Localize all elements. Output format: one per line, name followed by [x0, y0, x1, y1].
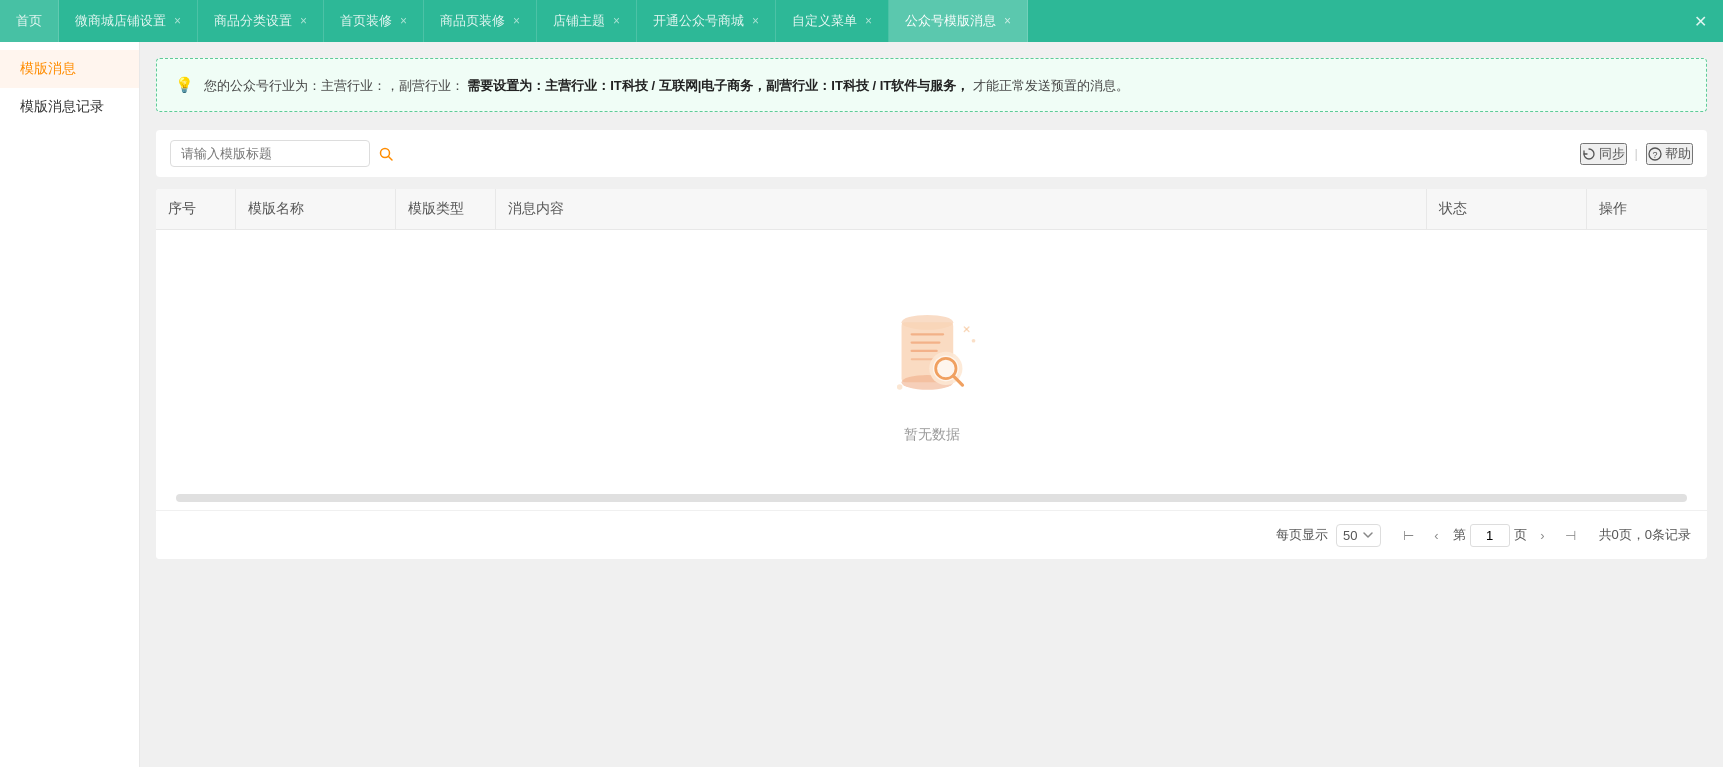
col-content: 消息内容 — [496, 189, 1427, 229]
main-layout: 模版消息 模版消息记录 💡 您的公众号行业为：主营行业：，副营行业： 需要设置为… — [0, 42, 1723, 767]
notice-banner: 💡 您的公众号行业为：主营行业：，副营行业： 需要设置为：主营行业：IT科技 /… — [156, 58, 1707, 112]
top-nav: 首页 微商城店铺设置 × 商品分类设置 × 首页装修 × 商品页装修 × 店铺主… — [0, 0, 1723, 42]
tab-custom-menu[interactable]: 自定义菜单 × — [776, 0, 889, 42]
help-button[interactable]: ? 帮助 — [1646, 143, 1693, 165]
first-page-button[interactable]: ⊢ — [1397, 523, 1421, 547]
pagination: 每页显示 50 ⊢ ‹ 第 页 › ⊣ 共0页，0条记录 — [156, 510, 1707, 559]
notice-prefix: 您的公众号行业为：主营行业：，副营行业： — [204, 78, 464, 93]
svg-point-17 — [971, 339, 975, 343]
close-icon[interactable]: × — [400, 14, 407, 28]
tab-shop-theme[interactable]: 店铺主题 × — [537, 0, 637, 42]
close-icon[interactable]: × — [513, 14, 520, 28]
tab-product-decor[interactable]: 商品页装修 × — [424, 0, 537, 42]
search-button[interactable] — [378, 146, 394, 162]
tab-homepage-decor[interactable]: 首页装修 × — [324, 0, 424, 42]
col-name: 模版名称 — [236, 189, 396, 229]
empty-illustration — [872, 290, 992, 410]
table-header: 序号 模版名称 模版类型 消息内容 状态 操作 — [156, 189, 1707, 230]
col-status: 状态 — [1427, 189, 1587, 229]
close-icon[interactable]: × — [613, 14, 620, 28]
col-type: 模版类型 — [396, 189, 496, 229]
empty-state: 暂无数据 — [156, 230, 1707, 484]
empty-text: 暂无数据 — [904, 426, 960, 444]
notice-icon: 💡 — [175, 76, 194, 93]
help-icon: ? — [1648, 147, 1662, 161]
per-page-label: 每页显示 — [1276, 526, 1328, 544]
next-page-button[interactable]: › — [1531, 523, 1555, 547]
page-prefix: 第 — [1453, 526, 1466, 544]
content-area: 💡 您的公众号行业为：主营行业：，副营行业： 需要设置为：主营行业：IT科技 /… — [140, 42, 1723, 767]
svg-text:?: ? — [1652, 150, 1657, 160]
close-icon[interactable]: × — [174, 14, 181, 28]
page-input[interactable] — [1470, 524, 1510, 547]
page-nav: ⊢ ‹ 第 页 › ⊣ — [1397, 523, 1583, 547]
close-icon[interactable]: × — [752, 14, 759, 28]
col-action: 操作 — [1587, 189, 1707, 229]
tab-category-settings[interactable]: 商品分类设置 × — [198, 0, 324, 42]
close-icon[interactable]: × — [300, 14, 307, 28]
close-icon[interactable]: × — [865, 14, 872, 28]
tab-template-message[interactable]: 公众号模版消息 × — [889, 0, 1028, 42]
search-input[interactable] — [170, 140, 370, 167]
last-page-button[interactable]: ⊣ — [1559, 523, 1583, 547]
sync-button[interactable]: 同步 — [1580, 143, 1627, 165]
notice-highlight: 需要设置为：主营行业：IT科技 / 互联网|电子商务，副营行业：IT科技 / I… — [467, 78, 969, 93]
tab-home[interactable]: 首页 — [0, 0, 59, 42]
search-bar: 同步 | ? 帮助 — [156, 130, 1707, 177]
sync-icon — [1582, 147, 1596, 161]
search-left — [170, 140, 394, 167]
scrollbar-area — [156, 486, 1707, 510]
tab-shop-settings[interactable]: 微商城店铺设置 × — [59, 0, 198, 42]
sidebar-item-template-message-log[interactable]: 模版消息记录 — [0, 88, 139, 126]
search-icon — [378, 146, 394, 162]
col-index: 序号 — [156, 189, 236, 229]
sidebar-item-template-message[interactable]: 模版消息 — [0, 50, 139, 88]
global-close-button[interactable]: ✕ — [1694, 12, 1707, 31]
divider: | — [1635, 146, 1638, 161]
total-info: 共0页，0条记录 — [1599, 526, 1691, 544]
close-icon[interactable]: × — [1004, 14, 1011, 28]
sidebar: 模版消息 模版消息记录 — [0, 42, 140, 767]
notice-suffix: 才能正常发送预置的消息。 — [973, 78, 1129, 93]
search-right: 同步 | ? 帮助 — [1580, 143, 1693, 165]
per-page-select[interactable]: 50 — [1336, 524, 1380, 547]
page-suffix: 页 — [1514, 526, 1527, 544]
horizontal-scrollbar[interactable] — [176, 494, 1687, 502]
tab-open-mall[interactable]: 开通公众号商城 × — [637, 0, 776, 42]
chevron-down-icon — [1362, 529, 1374, 541]
svg-point-18 — [896, 384, 902, 390]
prev-page-button[interactable]: ‹ — [1425, 523, 1449, 547]
svg-line-1 — [389, 156, 393, 160]
table-container: 序号 模版名称 模版类型 消息内容 状态 操作 — [156, 189, 1707, 559]
